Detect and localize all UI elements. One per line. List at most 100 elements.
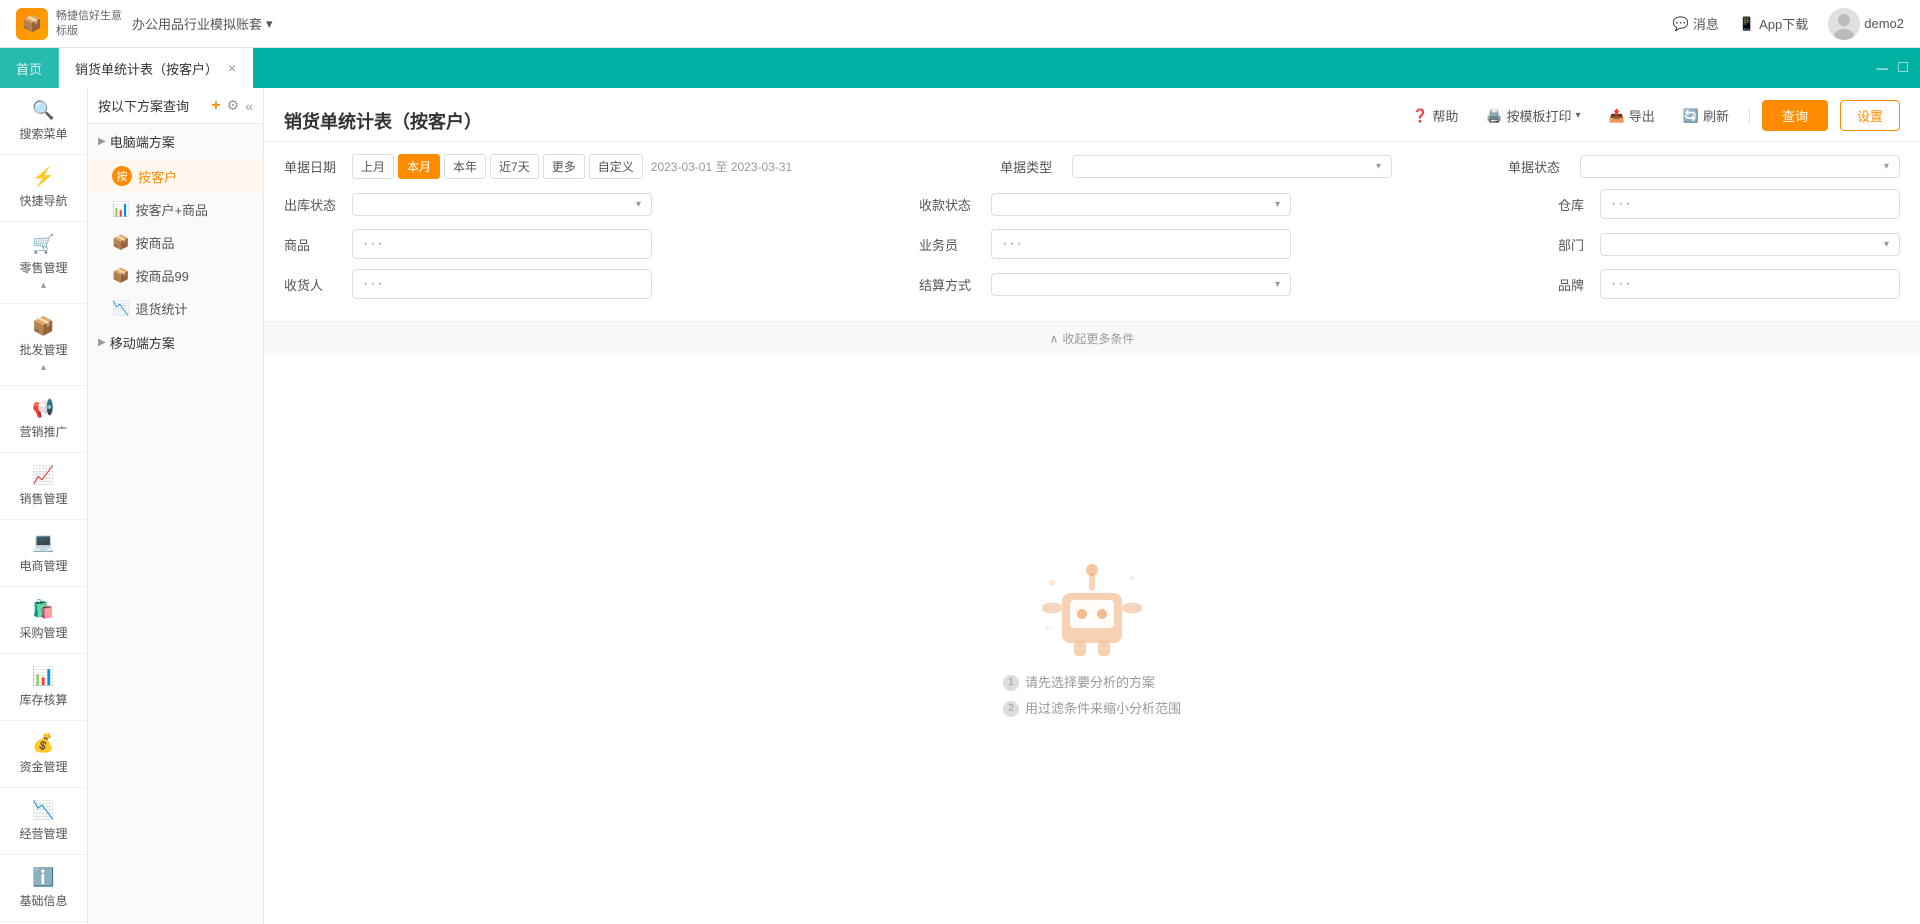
filter-row-3: 商品 ··· 业务员 ··· 部门 ▾: [284, 229, 1900, 259]
maximize-button[interactable]: □: [1898, 59, 1908, 77]
scheme-icon-2: 📦: [112, 234, 129, 251]
scheme-group-mobile-title[interactable]: ▶ 移动端方案: [88, 325, 263, 360]
settle-select[interactable]: ▾: [991, 273, 1291, 296]
sidebar-item-inventory[interactable]: 📊 库存核算: [0, 654, 87, 721]
scheme-icon-3: 📦: [112, 267, 129, 284]
sidebar-item-marketing[interactable]: 📢 营销推广: [0, 386, 87, 453]
sidebar-item-retail[interactable]: 🛒 零售管理 ▴: [0, 222, 87, 304]
scheme-item-return-stats[interactable]: 📉 退货统计: [88, 292, 263, 325]
app-download-button[interactable]: 📱 App下载: [1739, 14, 1808, 33]
recipient-label: 收货人: [284, 275, 340, 294]
filter-row-4: 收货人 ··· 结算方式 ▾ 品牌 ···: [284, 269, 1900, 299]
retail-arrow: ▴: [41, 280, 46, 291]
sidebar-item-wholesale[interactable]: 📦 批发管理 ▴: [0, 304, 87, 386]
wholesale-arrow: ▴: [41, 362, 46, 373]
user-name: demo2: [1864, 16, 1904, 31]
sidebar-item-basic[interactable]: ℹ️ 基础信息: [0, 855, 87, 922]
date-btn-this-year[interactable]: 本年: [444, 154, 486, 179]
tab-current[interactable]: 销货单统计表（按客户） ×: [59, 48, 253, 88]
scheme-add-button[interactable]: +: [211, 97, 220, 115]
collect-status-arrow: ▾: [1275, 199, 1280, 210]
collect-status-select[interactable]: ▾: [991, 193, 1291, 216]
date-btn-custom[interactable]: 自定义: [589, 154, 643, 179]
marketing-icon: 📢: [32, 398, 54, 419]
action-divider: [1749, 108, 1750, 124]
sidebar-item-finance[interactable]: 💰 资金管理: [0, 721, 87, 788]
scheme-item-by-customer-goods[interactable]: 📊 按客户+商品: [88, 193, 263, 226]
sidebar-item-quicknav[interactable]: ⚡ 快捷导航: [0, 155, 87, 222]
sidebar-item-operations[interactable]: 📉 经营管理: [0, 788, 87, 855]
header-right: 💬 消息 📱 App下载 demo2: [1673, 8, 1904, 40]
tab-controls: － □: [1862, 48, 1920, 88]
help-button[interactable]: ❓ 帮助: [1404, 102, 1466, 129]
content-header: 销货单统计表（按客户） ❓ 帮助 🖨️ 按模板打印 ▾ 📤 导出 🔄 刷新: [264, 88, 1920, 142]
out-status-arrow: ▾: [636, 199, 641, 210]
filter-area: 单据日期 上月 本月 本年 近7天 更多 自定义 2023-03-01 至 20…: [264, 142, 1920, 321]
settle-label: 结算方式: [919, 275, 979, 294]
content-area: 销货单统计表（按客户） ❓ 帮助 🖨️ 按模板打印 ▾ 📤 导出 🔄 刷新: [264, 88, 1920, 924]
settings-button[interactable]: 设置: [1840, 100, 1900, 131]
scheme-group-pc-title[interactable]: ▶ 电脑端方案: [88, 124, 263, 159]
scheme-icon-4: 📉: [112, 300, 129, 317]
scheme-group-pc: ▶ 电脑端方案 按 按客户 📊 按客户+商品 📦 按商品 📦 按商品99 📉: [88, 124, 263, 325]
scheme-item-by-goods99[interactable]: 📦 按商品99: [88, 259, 263, 292]
date-btn-last-month[interactable]: 上月: [352, 154, 394, 179]
sidebar-item-ecom[interactable]: 💻 电商管理: [0, 520, 87, 587]
filter-row-2: 出库状态 ▾ 收款状态 ▾ 仓库 ···: [284, 189, 1900, 219]
logo-text: 畅捷信好生意 标版: [56, 9, 122, 38]
ecom-icon: 💻: [32, 532, 54, 553]
tab-home[interactable]: 首页: [0, 48, 59, 88]
salesman-select[interactable]: ···: [991, 229, 1291, 259]
empty-tips: 1 请先选择要分析的方案 2 用过滤条件来缩小分析范围: [1003, 670, 1181, 722]
bill-type-select[interactable]: ▾: [1072, 155, 1392, 178]
quicknav-icon: ⚡: [32, 167, 54, 188]
scheme-item-by-customer[interactable]: 按 按客户: [88, 159, 263, 193]
message-button[interactable]: 💬 消息: [1673, 14, 1719, 33]
industry-dropdown-icon: ▾: [266, 16, 273, 32]
refresh-button[interactable]: 🔄 刷新: [1675, 102, 1737, 129]
bill-status-select[interactable]: ▾: [1580, 155, 1900, 178]
date-btn-this-month[interactable]: 本月: [398, 154, 440, 179]
tab-close-button[interactable]: ×: [228, 60, 236, 76]
dept-arrow: ▾: [1884, 239, 1889, 250]
bill-status-label: 单据状态: [1508, 157, 1568, 176]
page-title: 销货单统计表（按客户）: [284, 108, 482, 134]
minimize-button[interactable]: －: [1874, 56, 1890, 80]
active-scheme-indicator: 按: [112, 166, 132, 186]
template-dropdown-caret: ▾: [1576, 110, 1581, 121]
warehouse-label: 仓库: [1558, 195, 1588, 214]
goods-label: 商品: [284, 235, 340, 254]
download-icon: 📱: [1739, 16, 1755, 32]
user-area[interactable]: demo2: [1828, 8, 1904, 40]
scheme-header: 按以下方案查询 + ⚙ «: [88, 88, 263, 124]
header-left: 📦 畅捷信好生意 标版 办公用品行业模拟账套 ▾: [16, 8, 273, 40]
industry-selector[interactable]: 办公用品行业模拟账套 ▾: [132, 14, 273, 33]
dept-select[interactable]: ▾: [1600, 233, 1900, 256]
template-print-button[interactable]: 🖨️ 按模板打印 ▾: [1478, 102, 1588, 129]
bill-status-arrow: ▾: [1884, 161, 1889, 172]
empty-tip-1: 1 请先选择要分析的方案: [1003, 670, 1181, 696]
export-button[interactable]: 📤 导出: [1601, 102, 1663, 129]
scheme-header-actions: + ⚙ «: [211, 97, 253, 115]
date-btn-7days[interactable]: 近7天: [490, 154, 539, 179]
sidebar-item-search[interactable]: 🔍 搜索菜单: [0, 88, 87, 155]
recipient-select[interactable]: ···: [352, 269, 652, 299]
query-button[interactable]: 查询: [1762, 100, 1828, 131]
logo-area: 📦 畅捷信好生意 标版: [16, 8, 122, 40]
collapse-bar[interactable]: ∧ 收起更多条件: [264, 321, 1920, 355]
scheme-icon-1: 📊: [112, 201, 129, 218]
sidebar-item-sales[interactable]: 📈 销售管理: [0, 453, 87, 520]
dept-label: 部门: [1558, 235, 1588, 254]
scheme-collapse-button[interactable]: «: [245, 98, 253, 114]
date-btn-more[interactable]: 更多: [543, 154, 585, 179]
brand-select[interactable]: ···: [1600, 269, 1900, 299]
scheme-settings-button[interactable]: ⚙: [227, 97, 240, 114]
sidebar-item-purchase[interactable]: 🛍️ 采购管理: [0, 587, 87, 654]
out-status-select[interactable]: ▾: [352, 193, 652, 216]
goods-select[interactable]: ···: [352, 229, 652, 259]
refresh-icon: 🔄: [1683, 108, 1699, 124]
warehouse-select[interactable]: ···: [1600, 189, 1900, 219]
scheme-item-by-goods[interactable]: 📦 按商品: [88, 226, 263, 259]
bill-type-label: 单据类型: [1000, 157, 1060, 176]
expand-arrow-mobile: ▶: [98, 337, 106, 348]
